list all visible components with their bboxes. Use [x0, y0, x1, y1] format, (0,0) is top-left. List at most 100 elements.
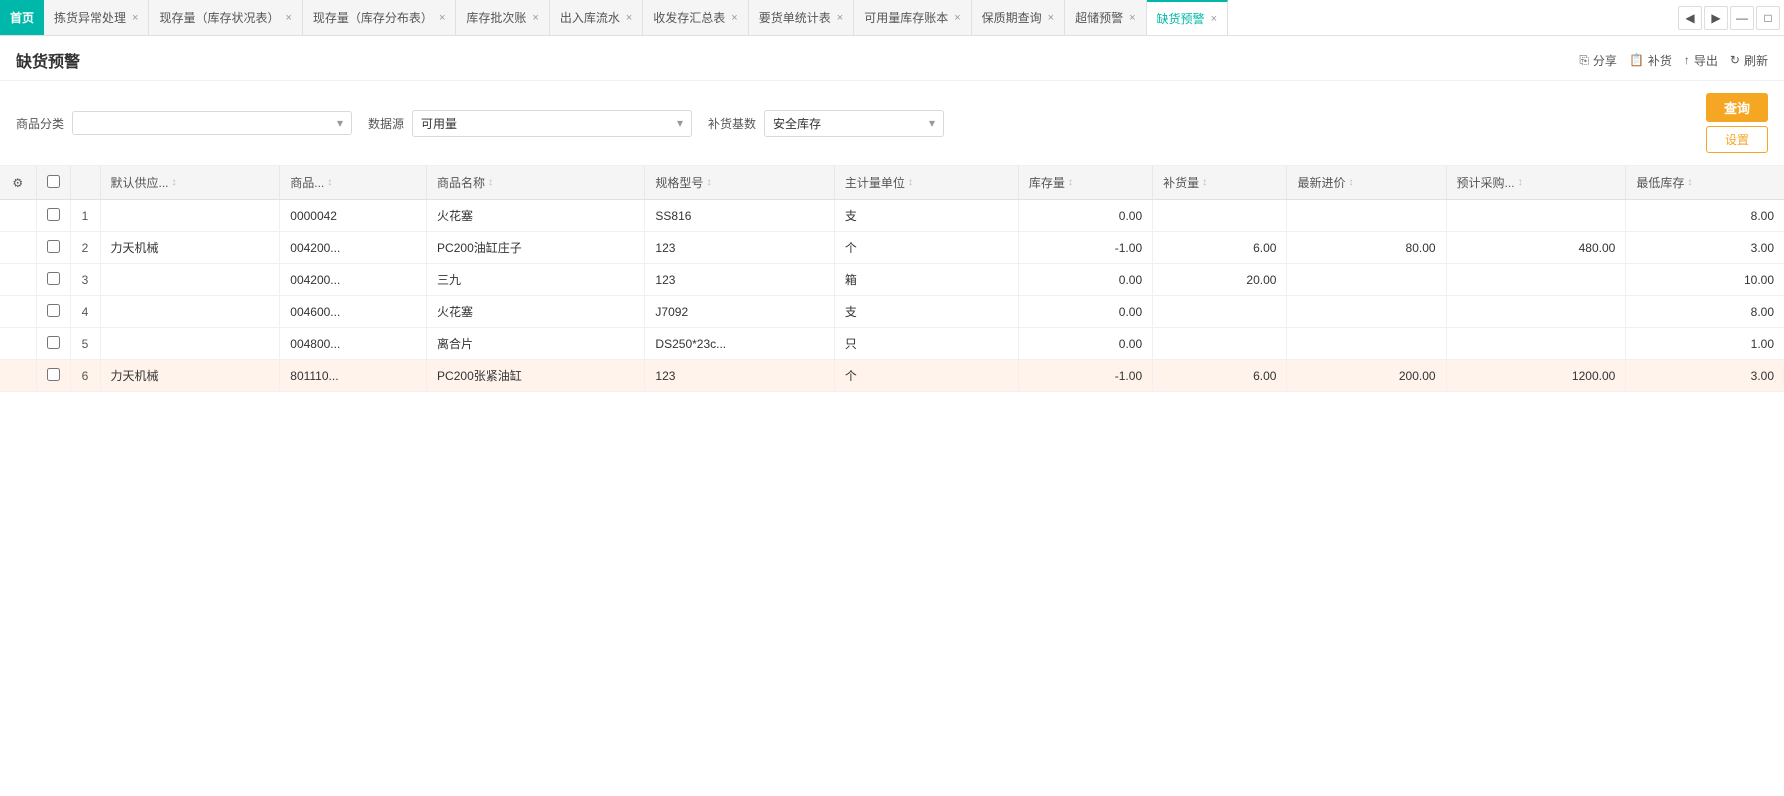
tab-item-expiry-query[interactable]: 保质期查询×: [972, 0, 1065, 35]
tab-close-icon[interactable]: ×: [285, 12, 291, 24]
tab-item-home[interactable]: 首页: [0, 0, 44, 35]
table-row: 3004200...三九123箱0.0020.0010.00: [0, 264, 1784, 296]
table-row: 4004600...火花塞J7092支0.008.00: [0, 296, 1784, 328]
tab-next-button[interactable]: ▶: [1704, 6, 1728, 30]
row-est-purchase: 480.00: [1446, 232, 1626, 264]
select-all-checkbox[interactable]: [47, 175, 60, 188]
tab-close-icon[interactable]: ×: [731, 12, 737, 24]
row-checkbox-input[interactable]: [47, 336, 60, 349]
col-latest-price[interactable]: 最新进价 ↕: [1287, 166, 1446, 200]
tab-label: 首页: [10, 9, 34, 26]
tab-item-inout-flow[interactable]: 出入库流水×: [550, 0, 643, 35]
row-gear-cell: [0, 328, 36, 360]
col-supplier[interactable]: 默认供应... ↕: [100, 166, 280, 200]
tab-close-icon[interactable]: ×: [439, 12, 445, 24]
tab-item-shortage[interactable]: 缺货预警×: [1147, 0, 1228, 35]
row-supplier: 力天机械: [100, 232, 280, 264]
row-product-code: 004600...: [280, 296, 427, 328]
tab-close-icon[interactable]: ×: [1129, 12, 1135, 24]
tab-item-receipt-summary[interactable]: 收发存汇总表×: [643, 0, 748, 35]
replenish-base-arrow-icon: ▾: [929, 116, 935, 130]
row-checkbox-input[interactable]: [47, 208, 60, 221]
table-container: ⚙ 默认供应... ↕ 商品...: [0, 166, 1784, 392]
row-checkbox[interactable]: [36, 296, 70, 328]
datasource-select[interactable]: 可用量 ▾: [412, 110, 692, 137]
col-stock-qty[interactable]: 库存量 ↕: [1018, 166, 1152, 200]
tab-item-batch-account[interactable]: 库存批次账×: [456, 0, 549, 35]
row-checkbox[interactable]: [36, 328, 70, 360]
row-unit: 支: [834, 200, 1018, 232]
col-product-code[interactable]: 商品... ↕: [280, 166, 427, 200]
row-checkbox-input[interactable]: [47, 304, 60, 317]
tab-close-icon[interactable]: ×: [1211, 13, 1217, 25]
tab-item-abnormal[interactable]: 拣货异常处理×: [44, 0, 149, 35]
settings-button[interactable]: 设置: [1706, 126, 1768, 153]
row-stock-qty: -1.00: [1018, 360, 1152, 392]
tab-close-icon[interactable]: ×: [954, 12, 960, 24]
row-product-code: 004800...: [280, 328, 427, 360]
row-latest-price: [1287, 200, 1446, 232]
row-spec: 123: [645, 264, 834, 296]
col-spec[interactable]: 规格型号 ↕: [645, 166, 834, 200]
tab-item-overstock[interactable]: 超储预警×: [1065, 0, 1146, 35]
col-min-stock[interactable]: 最低库存 ↕: [1626, 166, 1784, 200]
row-checkbox-input[interactable]: [47, 272, 60, 285]
row-latest-price: [1287, 264, 1446, 296]
tab-close-icon[interactable]: ×: [132, 12, 138, 24]
tab-close-icon[interactable]: ×: [837, 12, 843, 24]
replenish-base-value: 安全库存: [773, 115, 821, 132]
tab-minimize-button[interactable]: —: [1730, 6, 1754, 30]
tab-item-available-ledger[interactable]: 可用量库存账本 ×: [854, 0, 971, 35]
refresh-icon: ↻: [1730, 53, 1740, 67]
row-checkbox-input[interactable]: [47, 240, 60, 253]
spec-sort-icon: ↕: [706, 177, 711, 188]
row-checkbox[interactable]: [36, 264, 70, 296]
tab-maximize-button[interactable]: □: [1756, 6, 1780, 30]
row-product-code: 004200...: [280, 232, 427, 264]
row-product-name: PC200油缸庄子: [427, 232, 645, 264]
row-latest-price: 200.00: [1287, 360, 1446, 392]
export-button[interactable]: ↑ 导出: [1684, 52, 1718, 69]
table-header-row: ⚙ 默认供应... ↕ 商品...: [0, 166, 1784, 200]
tab-close-icon[interactable]: ×: [532, 12, 538, 24]
row-stock-qty: 0.00: [1018, 200, 1152, 232]
row-est-purchase: [1446, 296, 1626, 328]
tab-item-inventory-status[interactable]: 现存量（库存状况表）×: [149, 0, 302, 35]
refresh-button[interactable]: ↻ 刷新: [1730, 52, 1768, 69]
tab-close-icon[interactable]: ×: [626, 12, 632, 24]
col-gear[interactable]: ⚙: [0, 166, 36, 200]
row-stock-qty: 0.00: [1018, 264, 1152, 296]
row-unit: 支: [834, 296, 1018, 328]
replenish-button[interactable]: 📋 补货: [1629, 52, 1672, 69]
tab-close-icon[interactable]: ×: [1048, 12, 1054, 24]
query-button[interactable]: 查询: [1706, 93, 1768, 122]
col-unit[interactable]: 主计量单位 ↕: [834, 166, 1018, 200]
tab-item-inventory-dist[interactable]: 现存量（库存分布表）×: [303, 0, 456, 35]
row-min-stock: 3.00: [1626, 232, 1784, 264]
row-product-code: 801110...: [280, 360, 427, 392]
row-checkbox-input[interactable]: [47, 368, 60, 381]
row-replenish-qty: 6.00: [1153, 232, 1287, 264]
row-replenish-qty: [1153, 200, 1287, 232]
replenish-base-filter-group: 补货基数 安全库存 ▾: [708, 110, 944, 137]
share-button[interactable]: ⎘ 分享: [1579, 52, 1617, 69]
col-product-name[interactable]: 商品名称 ↕: [427, 166, 645, 200]
col-checkbox-header[interactable]: [36, 166, 70, 200]
col-replenish-qty[interactable]: 补货量 ↕: [1153, 166, 1287, 200]
replenish-icon: 📋: [1629, 53, 1644, 67]
tab-label: 可用量库存账本: [864, 9, 948, 26]
replenish-base-select[interactable]: 安全库存 ▾: [764, 110, 944, 137]
row-checkbox[interactable]: [36, 200, 70, 232]
row-product-name: PC200张紧油缸: [427, 360, 645, 392]
tab-prev-button[interactable]: ◀: [1678, 6, 1702, 30]
row-checkbox[interactable]: [36, 360, 70, 392]
col-est-purchase[interactable]: 预计采购... ↕: [1446, 166, 1626, 200]
category-label: 商品分类: [16, 115, 64, 132]
tab-item-requisition-stat[interactable]: 要货单统计表×: [749, 0, 854, 35]
category-arrow-icon: ▾: [337, 116, 343, 130]
row-est-purchase: [1446, 328, 1626, 360]
replenish-qty-sort-icon: ↕: [1202, 177, 1207, 188]
row-stock-qty: -1.00: [1018, 232, 1152, 264]
row-checkbox[interactable]: [36, 232, 70, 264]
category-select[interactable]: ▾: [72, 111, 352, 135]
